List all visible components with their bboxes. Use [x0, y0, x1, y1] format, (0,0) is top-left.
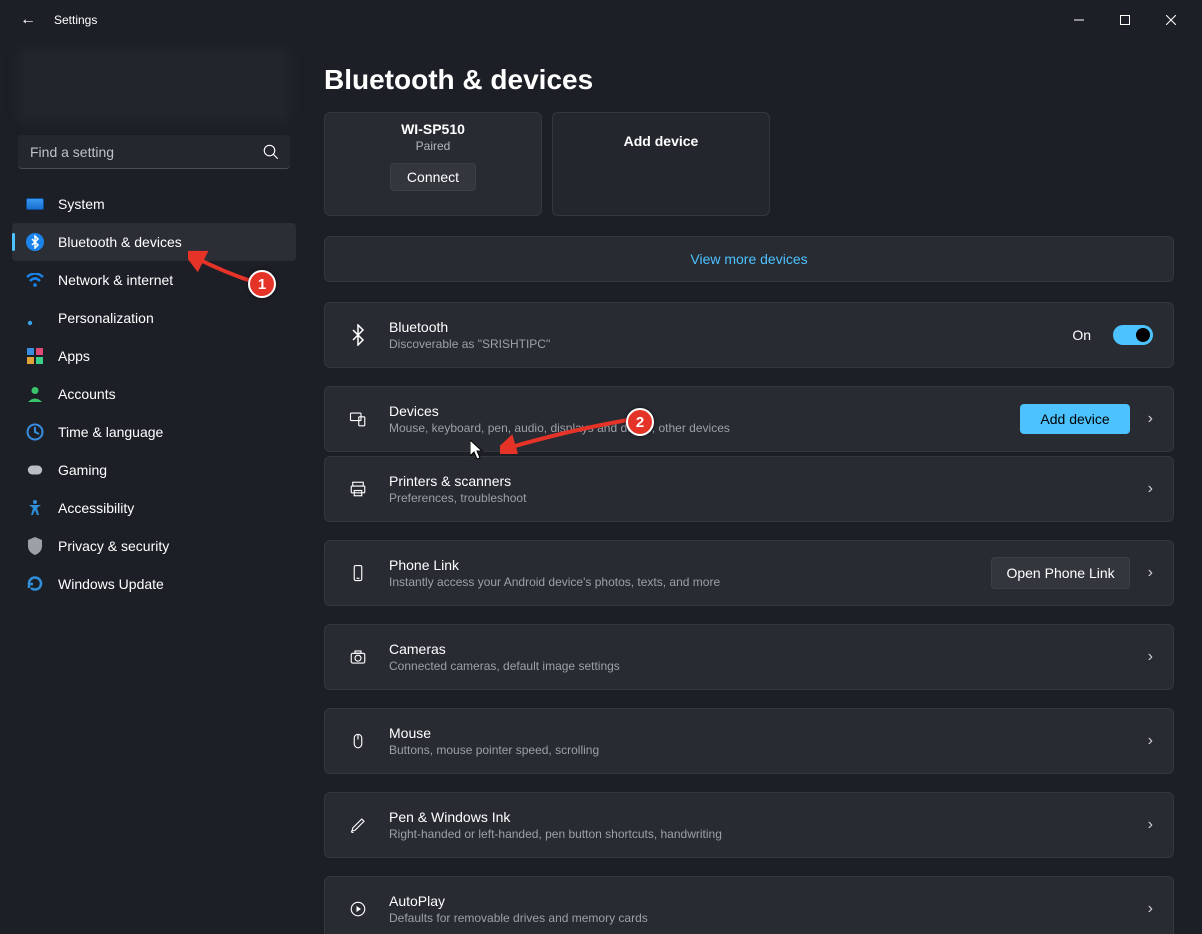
row-subtitle: Discoverable as "SRISHTIPC"	[389, 337, 1072, 351]
update-icon	[26, 575, 44, 593]
row-subtitle: Instantly access your Android device's p…	[389, 575, 991, 589]
row-title: Phone Link	[389, 557, 991, 573]
row-cameras[interactable]: Cameras Connected cameras, default image…	[324, 624, 1174, 690]
sidebar-item-label: Privacy & security	[58, 538, 169, 554]
wifi-icon	[26, 271, 44, 289]
mouse-cursor	[470, 440, 484, 460]
devices-icon	[345, 410, 371, 428]
row-pen-windows-ink[interactable]: Pen & Windows Ink Right-handed or left-h…	[324, 792, 1174, 858]
back-button[interactable]: ←	[16, 11, 40, 29]
main-content: Bluetooth & devices WI-SP510 Paired Conn…	[300, 40, 1202, 934]
sidebar-item-accounts[interactable]: Accounts	[12, 375, 296, 413]
apps-icon	[26, 347, 44, 365]
phone-icon	[345, 564, 371, 582]
sidebar-item-personalization[interactable]: Personalization	[12, 299, 296, 337]
sidebar-item-label: Network & internet	[58, 272, 173, 288]
window-title: Settings	[54, 13, 97, 27]
row-subtitle: Buttons, mouse pointer speed, scrolling	[389, 743, 1148, 757]
chevron-right-icon: ›	[1148, 648, 1153, 666]
add-device-label: Add device	[624, 133, 699, 149]
sidebar-item-privacy-security[interactable]: Privacy & security	[12, 527, 296, 565]
titlebar: ← Settings	[0, 0, 1202, 40]
sidebar-item-label: Apps	[58, 348, 90, 364]
sidebar-item-gaming[interactable]: Gaming	[12, 451, 296, 489]
chevron-right-icon: ›	[1148, 410, 1153, 428]
minimize-button[interactable]	[1056, 4, 1102, 36]
row-subtitle: Defaults for removable drives and memory…	[389, 911, 1148, 925]
annotation-arrow-2	[500, 414, 634, 454]
bluetooth-toggle[interactable]	[1113, 325, 1153, 345]
chevron-right-icon: ›	[1148, 732, 1153, 750]
close-button[interactable]	[1148, 4, 1194, 36]
chevron-right-icon: ›	[1148, 816, 1153, 834]
search-icon	[262, 143, 280, 161]
device-status: Paired	[416, 139, 451, 153]
autoplay-icon	[345, 900, 371, 918]
row-title: Bluetooth	[389, 319, 1072, 335]
shield-icon	[26, 537, 44, 555]
add-device-card[interactable]: Add device	[552, 112, 770, 216]
printer-icon	[345, 480, 371, 498]
sidebar-item-label: System	[58, 196, 105, 212]
bluetooth-icon	[26, 233, 44, 251]
row-subtitle: Connected cameras, default image setting…	[389, 659, 1148, 673]
row-devices[interactable]: Devices Mouse, keyboard, pen, audio, dis…	[324, 386, 1174, 452]
device-name: WI-SP510	[401, 121, 465, 137]
row-phone-link[interactable]: Phone Link Instantly access your Android…	[324, 540, 1174, 606]
open-phone-link-button[interactable]: Open Phone Link	[991, 557, 1129, 589]
chevron-right-icon: ›	[1148, 564, 1153, 582]
camera-icon	[345, 648, 371, 666]
annotation-marker-1: 1	[248, 270, 276, 298]
sidebar-item-label: Accounts	[58, 386, 116, 402]
sidebar-item-label: Time & language	[58, 424, 163, 440]
row-subtitle: Right-handed or left-handed, pen button …	[389, 827, 1148, 841]
pen-icon	[345, 816, 371, 834]
sidebar-item-accessibility[interactable]: Accessibility	[12, 489, 296, 527]
sidebar-item-time-language[interactable]: Time & language	[12, 413, 296, 451]
sidebar-item-label: Windows Update	[58, 576, 164, 592]
clock-globe-icon	[26, 423, 44, 441]
search-input[interactable]	[18, 135, 290, 169]
sidebar-item-system[interactable]: System	[12, 185, 296, 223]
row-title: Cameras	[389, 641, 1148, 657]
paintbrush-icon	[26, 309, 44, 327]
page-title: Bluetooth & devices	[324, 64, 1174, 96]
row-subtitle: Mouse, keyboard, pen, audio, displays an…	[389, 421, 1020, 435]
row-title: Printers & scanners	[389, 473, 1148, 489]
row-autoplay[interactable]: AutoPlay Defaults for removable drives a…	[324, 876, 1174, 934]
bluetooth-toggle-row[interactable]: Bluetooth Discoverable as "SRISHTIPC" On	[324, 302, 1174, 368]
row-title: AutoPlay	[389, 893, 1148, 909]
sidebar-item-label: Personalization	[58, 310, 154, 326]
gamepad-icon	[26, 461, 44, 479]
sidebar-item-apps[interactable]: Apps	[12, 337, 296, 375]
sidebar-item-windows-update[interactable]: Windows Update	[12, 565, 296, 603]
paired-device-card[interactable]: WI-SP510 Paired Connect	[324, 112, 542, 216]
sidebar-item-label: Gaming	[58, 462, 107, 478]
row-title: Mouse	[389, 725, 1148, 741]
row-mouse[interactable]: Mouse Buttons, mouse pointer speed, scro…	[324, 708, 1174, 774]
chevron-right-icon: ›	[1148, 480, 1153, 498]
connect-button[interactable]: Connect	[390, 163, 476, 191]
row-title: Pen & Windows Ink	[389, 809, 1148, 825]
chevron-right-icon: ›	[1148, 900, 1153, 918]
sidebar-item-label: Accessibility	[58, 500, 134, 516]
view-more-devices-link[interactable]: View more devices	[324, 236, 1174, 282]
monitor-icon	[26, 195, 44, 213]
mouse-icon	[345, 732, 371, 750]
bluetooth-icon	[345, 324, 371, 346]
maximize-button[interactable]	[1102, 4, 1148, 36]
add-device-button[interactable]: Add device	[1020, 404, 1129, 434]
row-printers-scanners[interactable]: Printers & scanners Preferences, trouble…	[324, 456, 1174, 522]
sidebar: System Bluetooth & devices Network & int…	[0, 40, 300, 934]
user-profile[interactable]	[18, 48, 290, 123]
toggle-label: On	[1072, 327, 1091, 343]
accessibility-icon	[26, 499, 44, 517]
annotation-marker-2: 2	[626, 408, 654, 436]
person-icon	[26, 385, 44, 403]
row-subtitle: Preferences, troubleshoot	[389, 491, 1148, 505]
sidebar-item-label: Bluetooth & devices	[58, 234, 182, 250]
row-title: Devices	[389, 403, 1020, 419]
